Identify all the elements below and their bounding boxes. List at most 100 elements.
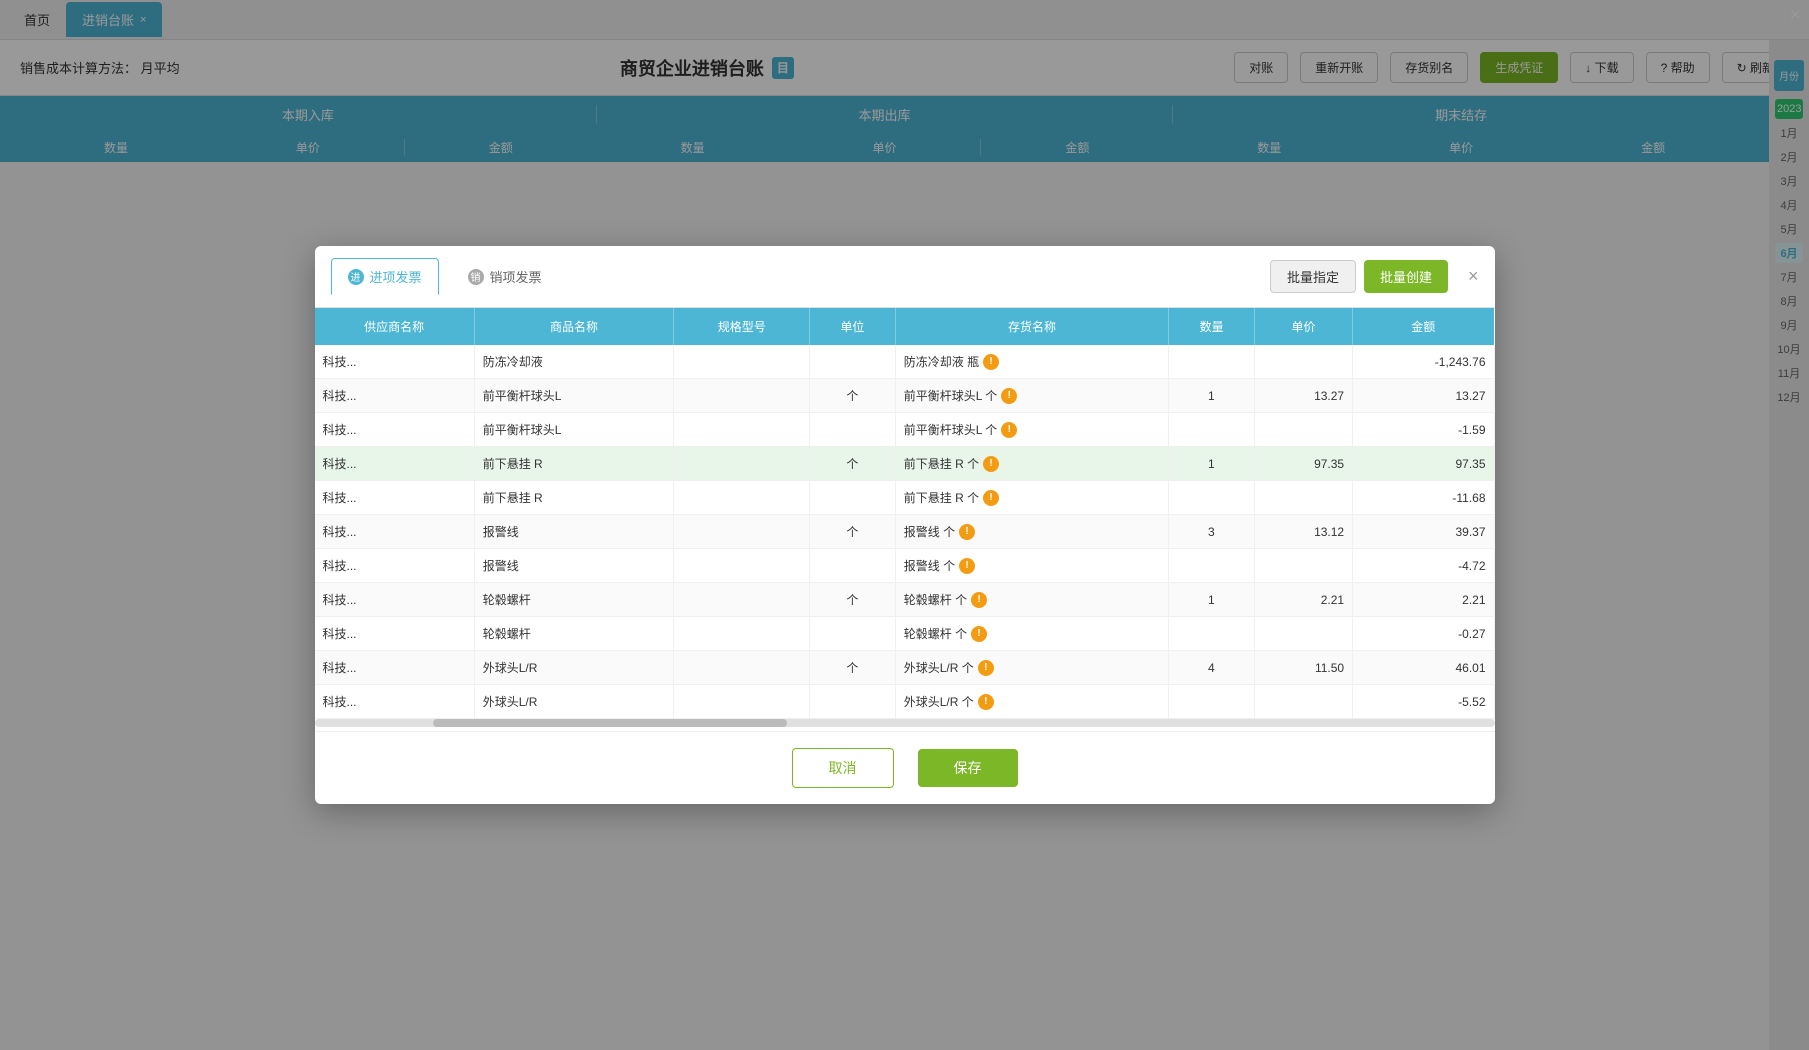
warning-icon[interactable]: ! (978, 660, 994, 676)
modal-close-button[interactable]: × (1468, 266, 1479, 287)
modal-tab-purchase[interactable]: 进 进项发票 (331, 258, 439, 295)
app-background: 首页 进销台账 × 销售成本计算方法： 月平均 商贸企业进销台账 目 对账 重新… (0, 0, 1809, 1050)
warning-icon[interactable]: ! (959, 558, 975, 574)
cell-supplier: 科技... (315, 583, 475, 617)
cell-spec (674, 481, 810, 515)
modal-overlay: 进 进项发票 销 销项发票 批量指定 批量创建 × 供应 (0, 0, 1809, 1050)
cell-price (1254, 549, 1352, 583)
table-row: 科技...轮毂螺杆轮毂螺杆 个!-0.27 (315, 617, 1495, 651)
cell-unit: 个 (810, 379, 896, 413)
cell-qty: 4 (1169, 651, 1255, 685)
table-row: 科技...前下悬挂 R前下悬挂 R 个!-11.68 (315, 481, 1495, 515)
cell-inventory: 外球头L/R 个! (896, 651, 1169, 684)
cell-supplier: 科技... (315, 515, 475, 549)
cell-product: 前下悬挂 R (474, 481, 674, 515)
warning-icon[interactable]: ! (978, 694, 994, 710)
table-row: 科技...外球头L/R 外球头L/R 个! -5.52 (315, 685, 1495, 719)
warning-icon[interactable]: ! (983, 456, 999, 472)
cell-unit (810, 549, 896, 583)
cell-product: 前平衡杆球头L (474, 413, 674, 447)
modal-table-wrap: 供应商名称 商品名称 规格型号 单位 存货名称 数量 单价 金额 科技... 防冻… (315, 308, 1495, 719)
table-row: 科技...外球头L/R个外球头L/R 个!411.5046.01 (315, 651, 1495, 685)
cell-qty (1169, 685, 1255, 719)
modal-header-actions: 批量指定 批量创建 (1270, 260, 1448, 293)
table-row: 科技...防冻冷却液防冻冷却液 瓶!-1,243.76 (315, 345, 1495, 379)
cell-unit (810, 345, 896, 379)
cell-product: 前下悬挂 R (474, 447, 674, 481)
table-header-row: 供应商名称 商品名称 规格型号 单位 存货名称 数量 单价 金额 (315, 308, 1495, 345)
cell-supplier: 科技... (315, 447, 475, 481)
cell-amount: 97.35 (1353, 447, 1494, 481)
cell-supplier: 科技... (315, 685, 475, 719)
cell-qty: 1 (1169, 447, 1255, 481)
cell-inventory: 轮毂螺杆 个! (896, 583, 1169, 616)
purchase-tab-label: 进项发票 (370, 267, 422, 286)
cell-amount: -11.68 (1353, 481, 1494, 515)
batch-assign-button[interactable]: 批量指定 (1270, 260, 1356, 293)
cell-price (1254, 685, 1352, 719)
warning-icon[interactable]: ! (959, 524, 975, 540)
save-button[interactable]: 保存 (918, 749, 1018, 787)
window-close-icon[interactable]: × (1789, 4, 1801, 27)
warning-icon[interactable]: ! (983, 354, 999, 370)
table-row: 科技...前平衡杆球头L前平衡杆球头L 个!-1.59 (315, 413, 1495, 447)
table-row: 科技...轮毂螺杆个轮毂螺杆 个!12.212.21 (315, 583, 1495, 617)
modal-table: 供应商名称 商品名称 规格型号 单位 存货名称 数量 单价 金额 科技... 防冻… (315, 308, 1495, 719)
cell-inventory: 外球头L/R 个! (896, 685, 1169, 718)
warning-icon[interactable]: ! (983, 490, 999, 506)
cell-amount: -1,243.76 (1353, 345, 1494, 379)
horizontal-scrollbar[interactable] (315, 719, 1495, 727)
th-spec: 规格型号 (674, 308, 810, 345)
cell-supplier: 科技... (315, 549, 475, 583)
cell-inventory: 轮毂螺杆 个! (896, 617, 1169, 650)
cell-inventory: 防冻冷却液 瓶! (896, 345, 1169, 378)
sales-tab-label: 销项发票 (490, 267, 542, 286)
cell-qty (1169, 549, 1255, 583)
cell-spec (674, 685, 810, 719)
cell-inventory: 报警线 个! (896, 549, 1169, 582)
warning-icon[interactable]: ! (971, 592, 987, 608)
th-supplier: 供应商名称 (315, 308, 475, 345)
th-product: 商品名称 (474, 308, 674, 345)
cell-spec (674, 447, 810, 481)
cell-unit: 个 (810, 583, 896, 617)
table-row: 科技...报警线个报警线 个!313.1239.37 (315, 515, 1495, 549)
cell-product: 报警线 (474, 515, 674, 549)
cell-spec (674, 583, 810, 617)
warning-icon[interactable]: ! (1001, 422, 1017, 438)
cell-spec (674, 549, 810, 583)
cell-product: 轮毂螺杆 (474, 617, 674, 651)
cell-inventory: 前平衡杆球头L 个! (896, 413, 1169, 446)
cell-price: 11.50 (1254, 651, 1352, 685)
scrollbar-thumb[interactable] (433, 719, 787, 727)
cell-amount: -5.52 (1353, 685, 1494, 719)
batch-create-button[interactable]: 批量创建 (1364, 260, 1448, 293)
modal-tab-sales[interactable]: 销 销项发票 (451, 258, 559, 295)
cell-qty: 1 (1169, 583, 1255, 617)
warning-icon[interactable]: ! (1001, 388, 1017, 404)
cell-product: 外球头L/R (474, 651, 674, 685)
cell-qty (1169, 345, 1255, 379)
cell-qty (1169, 413, 1255, 447)
cell-qty (1169, 481, 1255, 515)
cell-product: 报警线 (474, 549, 674, 583)
cell-qty: 3 (1169, 515, 1255, 549)
cell-unit (810, 685, 896, 719)
cell-amount: 39.37 (1353, 515, 1494, 549)
cell-product: 外球头L/R (474, 685, 674, 719)
cell-price (1254, 617, 1352, 651)
cell-unit (810, 481, 896, 515)
th-qty: 数量 (1169, 308, 1255, 345)
cell-supplier: 科技... (315, 651, 475, 685)
th-unit: 单位 (810, 308, 896, 345)
cell-inventory: 前平衡杆球头L 个! (896, 379, 1169, 412)
cell-supplier: 科技... (315, 345, 475, 379)
cell-inventory: 报警线 个! (896, 515, 1169, 548)
cell-spec (674, 413, 810, 447)
cancel-button[interactable]: 取消 (792, 748, 894, 788)
cell-unit: 个 (810, 515, 896, 549)
modal-footer: 取消 保存 (315, 731, 1495, 804)
sales-tab-icon: 销 (468, 269, 484, 285)
warning-icon[interactable]: ! (971, 626, 987, 642)
cell-product: 前平衡杆球头L (474, 379, 674, 413)
